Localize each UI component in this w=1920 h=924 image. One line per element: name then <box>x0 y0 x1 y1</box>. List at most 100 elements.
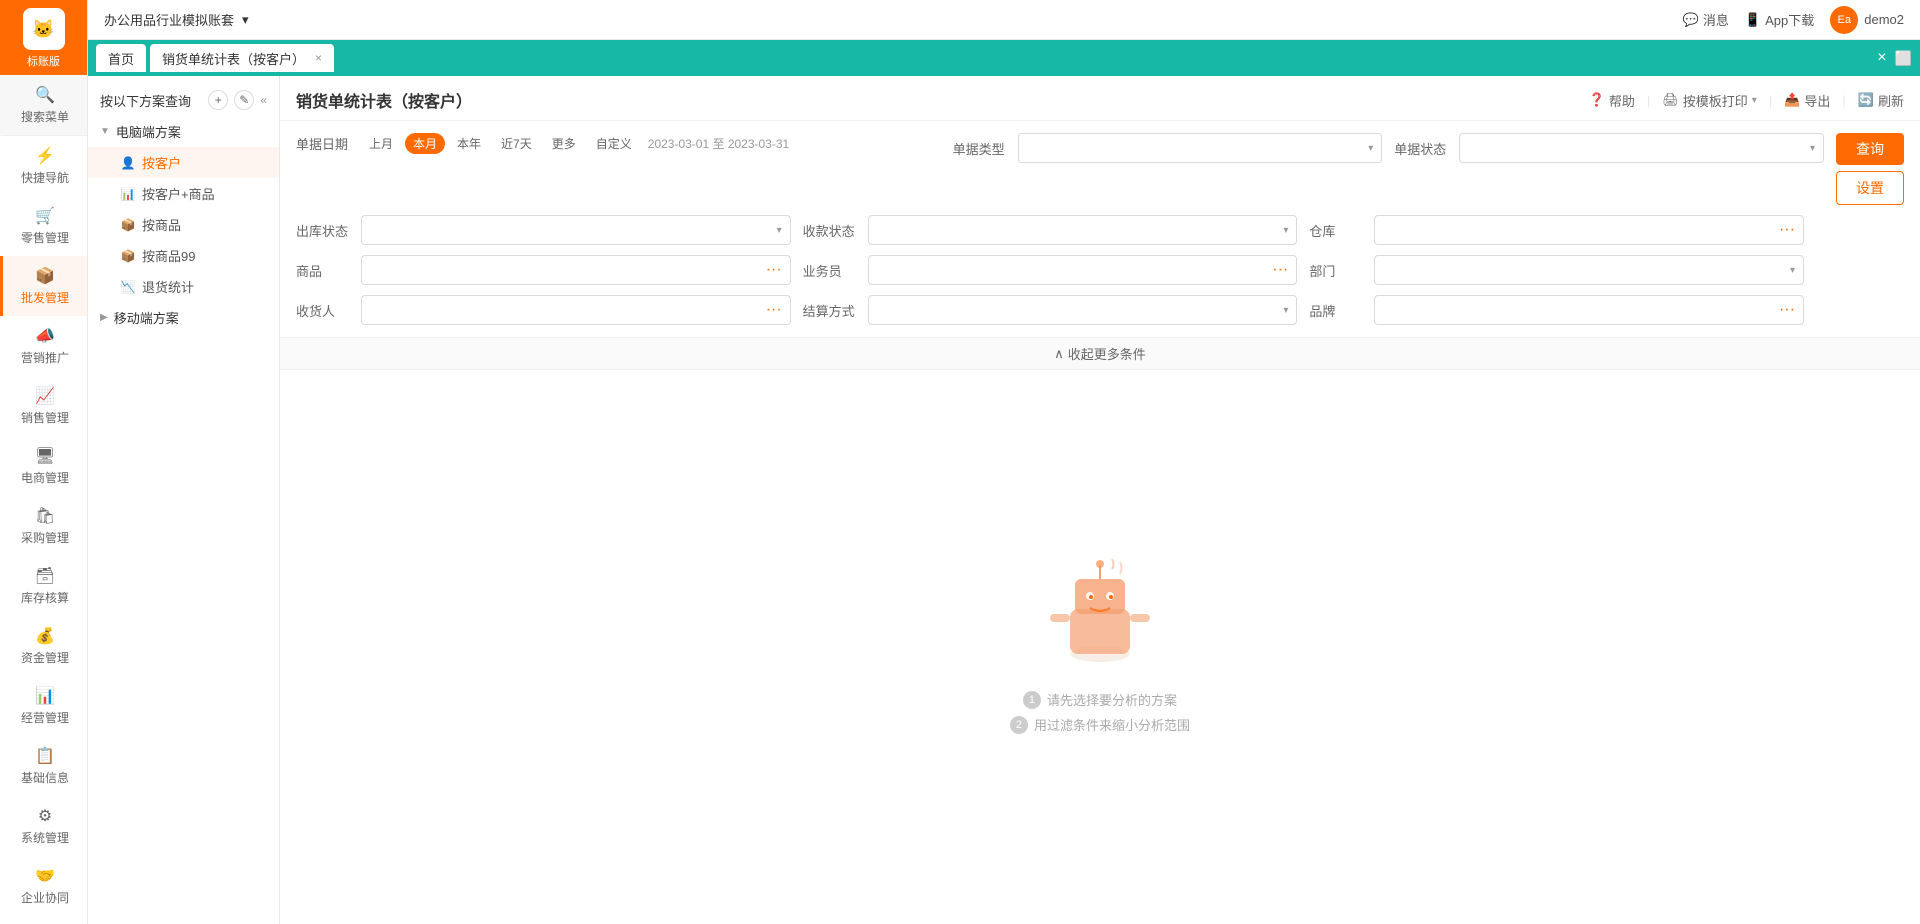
scheme-edit-button[interactable]: ✎ <box>234 90 254 110</box>
ecommerce-icon: 🖥 <box>35 446 55 466</box>
receiver-dots: ··· <box>766 301 782 319</box>
sidebar-item-guide[interactable]: 🎯 新手引导 <box>0 916 87 924</box>
sidebar-item-label: 系统管理 <box>21 829 69 846</box>
date-tab-more[interactable]: 更多 <box>544 133 584 154</box>
salesperson-input[interactable]: ··· <box>868 255 1298 285</box>
sidebar-item-quick-nav[interactable]: ⚡ 快捷导航 <box>0 136 87 196</box>
settle-method-dropdown[interactable]: ▾ <box>868 295 1298 325</box>
sidebar: 🐱 标账版 🔍 搜索菜单 ⚡ 快捷导航 🛒 零售管理 📦 批发管理 📣 营销推广… <box>0 0 88 924</box>
settings-button[interactable]: 设置 <box>1836 171 1904 205</box>
management-icon: 📊 <box>35 686 55 706</box>
order-status-label: 单据状态 <box>1394 139 1459 158</box>
warehouse-label: 仓库 <box>1309 221 1374 240</box>
sidebar-item-label: 零售管理 <box>21 229 69 246</box>
tab-home[interactable]: 首页 <box>96 44 146 72</box>
sidebar-item-system[interactable]: ⚙ 系统管理 <box>0 796 87 856</box>
date-tabs: 上月 本月 本年 近7天 更多 自定义 <box>361 133 640 154</box>
order-status-arrow: ▾ <box>1810 143 1815 154</box>
desktop-group-label: 电脑端方案 <box>116 122 181 141</box>
sidebar-item-search[interactable]: 🔍 搜索菜单 <box>0 75 87 136</box>
receiver-input[interactable]: ··· <box>361 295 791 325</box>
help-button[interactable]: ❓ 帮助 <box>1589 91 1635 110</box>
app-download-icon: 📱 <box>1745 12 1761 28</box>
refresh-button[interactable]: 🔄 刷新 <box>1858 91 1904 110</box>
scheme-item-product99[interactable]: 📦 按商品99 <box>88 240 279 271</box>
out-status-dropdown[interactable]: ▾ <box>361 215 791 245</box>
empty-hint2: 2 用过滤条件来缩小分析范围 <box>1010 715 1190 734</box>
hint2-text: 用过滤条件来缩小分析范围 <box>1034 715 1190 734</box>
product-icon: 📦 <box>120 217 136 233</box>
sales-icon: 📈 <box>35 386 55 406</box>
brand-input[interactable]: ··· <box>1374 295 1804 325</box>
collapse-arrow-icon: ∧ <box>1054 346 1064 362</box>
sidebar-item-sales[interactable]: 📈 销售管理 <box>0 376 87 436</box>
top-nav-left: 办公用品行业模拟账套 ▾ <box>104 10 249 29</box>
date-label: 单据日期 <box>296 134 361 153</box>
tab-sales-stats-label: 销货单统计表（按客户） <box>162 49 305 68</box>
sidebar-item-basic[interactable]: 📋 基础信息 <box>0 736 87 796</box>
query-button[interactable]: 查询 <box>1836 133 1904 165</box>
tab-close-button[interactable]: × <box>315 51 322 65</box>
window-maximize-button[interactable]: ⬜ <box>1895 50 1912 67</box>
user-name: demo2 <box>1864 12 1904 27</box>
scheme-collapse-button[interactable]: « <box>260 93 267 107</box>
sidebar-item-label: 采购管理 <box>21 529 69 546</box>
sidebar-item-management[interactable]: 📊 经营管理 <box>0 676 87 736</box>
print-button[interactable]: 🖨 按模板打印 ▾ <box>1662 91 1757 110</box>
sidebar-item-marketing[interactable]: 📣 营销推广 <box>0 316 87 376</box>
scheme-item-return[interactable]: 📉 退货统计 <box>88 271 279 302</box>
receive-status-dropdown[interactable]: ▾ <box>868 215 1298 245</box>
collab-icon: 🤝 <box>35 866 55 886</box>
inventory-icon: 🗃 <box>35 566 55 586</box>
sidebar-item-label: 资金管理 <box>21 649 69 666</box>
app-download-label: App下载 <box>1765 10 1814 29</box>
date-tab-7days[interactable]: 近7天 <box>493 133 540 154</box>
user-profile-button[interactable]: Ea demo2 <box>1830 6 1904 34</box>
hint1-num: 1 <box>1023 691 1041 709</box>
scheme-item-return-label: 退货统计 <box>142 277 194 296</box>
purchase-icon: 🛍 <box>35 506 55 526</box>
scheme-item-product[interactable]: 📦 按商品 <box>88 209 279 240</box>
collapse-bar[interactable]: ∧ 收起更多条件 <box>280 338 1920 370</box>
sidebar-item-label: 经营管理 <box>21 709 69 726</box>
export-button[interactable]: 📤 导出 <box>1784 91 1830 110</box>
scheme-item-customer[interactable]: 👤 按客户 <box>88 147 279 178</box>
sidebar-logo: 🐱 标账版 <box>0 0 87 75</box>
sidebar-item-retail[interactable]: 🛒 零售管理 <box>0 196 87 256</box>
date-tab-custom[interactable]: 自定义 <box>588 133 640 154</box>
app-download-button[interactable]: 📱 App下载 <box>1745 10 1814 29</box>
window-close-button[interactable]: × <box>1877 49 1886 67</box>
date-tab-last-month[interactable]: 上月 <box>361 133 401 154</box>
department-dropdown[interactable]: ▾ <box>1374 255 1804 285</box>
refresh-label: 刷新 <box>1878 91 1904 110</box>
date-tab-this-year[interactable]: 本年 <box>449 133 489 154</box>
top-nav: 办公用品行业模拟账套 ▾ 💬 消息 📱 App下载 Ea demo2 <box>88 0 1920 40</box>
sidebar-item-label: 企业协同 <box>21 889 69 906</box>
receive-status-arrow: ▾ <box>1283 225 1288 236</box>
sidebar-item-finance[interactable]: 💰 资金管理 <box>0 616 87 676</box>
empty-icon <box>1040 554 1160 674</box>
order-type-dropdown[interactable]: ▾ <box>1018 133 1383 163</box>
date-tab-this-month[interactable]: 本月 <box>405 133 445 154</box>
export-label: 导出 <box>1804 91 1830 110</box>
empty-state: 1 请先选择要分析的方案 2 用过滤条件来缩小分析范围 <box>280 370 1920 924</box>
order-status-dropdown[interactable]: ▾ <box>1459 133 1824 163</box>
sidebar-item-ecommerce[interactable]: 🖥 电商管理 <box>0 436 87 496</box>
sidebar-item-purchase[interactable]: 🛍 采购管理 <box>0 496 87 556</box>
tab-sales-stats[interactable]: 销货单统计表（按客户） × <box>150 44 334 72</box>
sidebar-item-inventory[interactable]: 🗃 库存核算 <box>0 556 87 616</box>
scheme-item-product-label: 按商品 <box>142 215 181 234</box>
sidebar-item-collab[interactable]: 🤝 企业协同 <box>0 856 87 916</box>
scheme-add-button[interactable]: + <box>208 90 228 110</box>
scheme-mobile-group-header[interactable]: ▶ 移动端方案 <box>88 302 279 333</box>
scheme-desktop-group-header[interactable]: ▼ 电脑端方案 <box>88 116 279 147</box>
scheme-item-customer-product[interactable]: 📊 按客户+商品 <box>88 178 279 209</box>
sidebar-item-wholesale[interactable]: 📦 批发管理 <box>0 256 87 316</box>
product-input[interactable]: ··· <box>361 255 791 285</box>
message-button[interactable]: 💬 消息 <box>1683 10 1729 29</box>
scheme-item-customer-label: 按客户 <box>142 153 181 172</box>
system-icon: ⚙ <box>38 806 52 826</box>
warehouse-input[interactable]: ··· <box>1374 215 1804 245</box>
salesperson-label: 业务员 <box>803 261 868 280</box>
top-nav-arrow[interactable]: ▾ <box>242 12 249 28</box>
